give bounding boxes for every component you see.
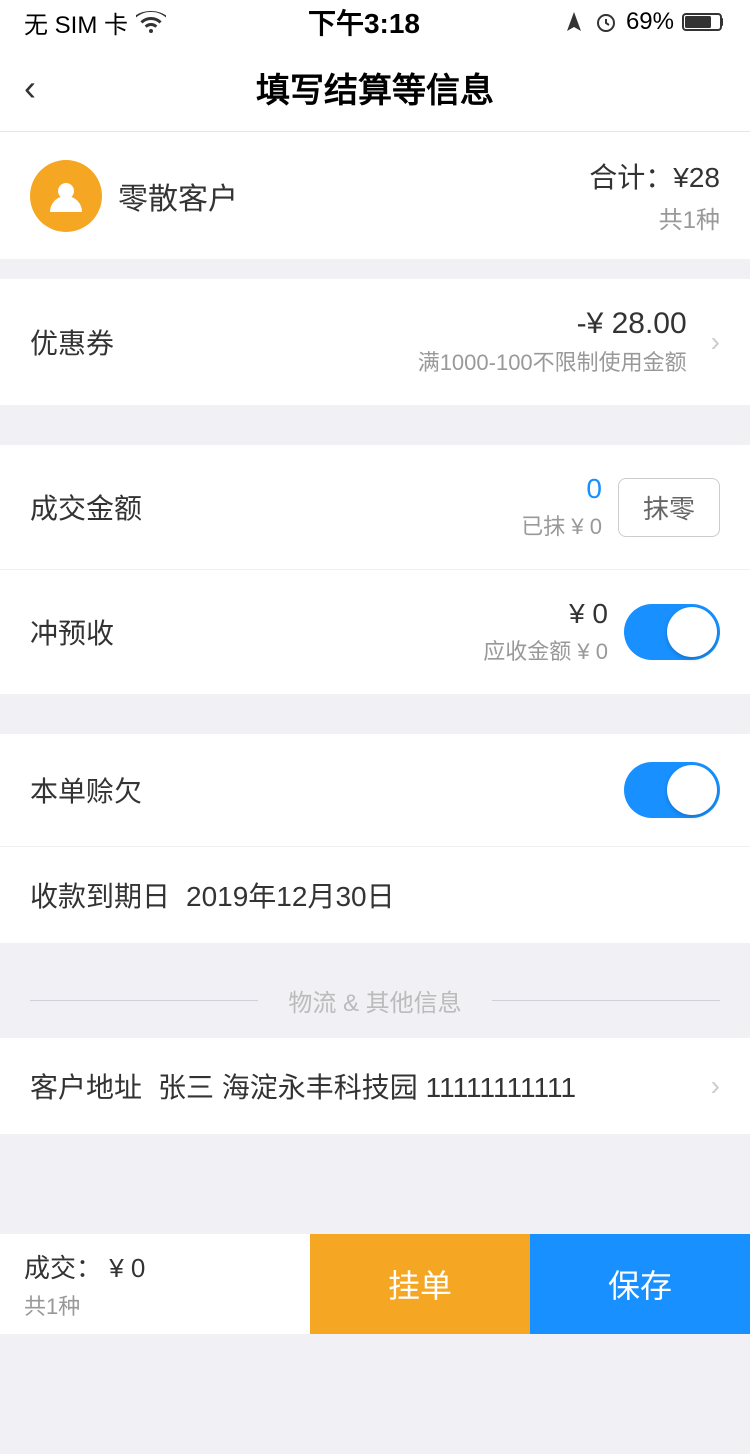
avatar xyxy=(30,160,102,232)
customer-info: 零散客户 xyxy=(30,160,238,232)
prepayment-sub: 应收金额 ¥ 0 xyxy=(483,634,608,666)
coupon-amount: -¥ 28.00 xyxy=(418,307,687,341)
separator-2 xyxy=(0,714,750,734)
status-bar: 无 SIM 卡 下午3:18 69% xyxy=(0,0,750,44)
prepayment-right: ¥ 0 应收金额 ¥ 0 xyxy=(483,598,720,666)
status-left: 无 SIM 卡 xyxy=(24,5,166,40)
due-date-label: 收款到期日 xyxy=(30,875,170,915)
coupon-value-col: -¥ 28.00 满1000-100不限制使用金额 xyxy=(418,307,687,377)
location-icon xyxy=(562,10,586,34)
toggle-knob xyxy=(667,607,717,657)
customer-total: 合计：¥28 共1种 xyxy=(589,156,720,235)
amount-section: 成交金额 0 已抹 ¥ 0 抹零 冲预收 ¥ 0 应收金额 ¥ 0 xyxy=(0,445,750,694)
debit-row: 本单赊欠 xyxy=(0,734,750,847)
deal-amount-row: 成交金额 0 已抹 ¥ 0 抹零 xyxy=(0,445,750,570)
customer-name: 零散客户 xyxy=(118,174,238,218)
footer-info: 成交： ¥ 0 共1种 xyxy=(0,1248,310,1321)
coupon-row[interactable]: 优惠券 -¥ 28.00 满1000-100不限制使用金额 › xyxy=(0,279,750,405)
address-value: 张三 海淀永丰科技园 11111111111 xyxy=(158,1066,687,1106)
back-button[interactable]: ‹ xyxy=(24,67,36,109)
coupon-right: -¥ 28.00 满1000-100不限制使用金额 › xyxy=(418,307,720,377)
suspend-button[interactable]: 挂单 xyxy=(310,1234,530,1334)
address-row[interactable]: 客户地址 张三 海淀永丰科技园 11111111111 › xyxy=(0,1038,750,1134)
coupon-sub: 满1000-100不限制使用金额 xyxy=(418,345,687,377)
footer-count: 共1种 xyxy=(24,1289,286,1321)
logistics-divider: 物流 & 其他信息 xyxy=(0,963,750,1038)
deal-amount-value: 0 xyxy=(521,473,602,505)
prepayment-row: 冲预收 ¥ 0 应收金额 ¥ 0 xyxy=(0,570,750,694)
prepayment-label: 冲预收 xyxy=(30,612,114,652)
footer: 成交： ¥ 0 共1种 挂单 保存 xyxy=(0,1234,750,1334)
coupon-label: 优惠券 xyxy=(30,322,114,362)
divider-line-right xyxy=(492,1000,720,1001)
time-label: 下午3:18 xyxy=(308,2,420,42)
debit-toggle-knob xyxy=(667,765,717,815)
address-label: 客户地址 xyxy=(30,1066,142,1106)
battery-icon xyxy=(682,11,726,33)
total-amount: 合计：¥28 xyxy=(589,156,720,196)
battery-label: 69% xyxy=(626,8,674,36)
prepayment-col: ¥ 0 应收金额 ¥ 0 xyxy=(483,598,608,666)
customer-card: 零散客户 合计：¥28 共1种 xyxy=(0,132,750,259)
separator-1 xyxy=(0,425,750,445)
alarm-icon xyxy=(594,10,618,34)
deal-amount-col: 0 已抹 ¥ 0 xyxy=(521,473,602,541)
coupon-chevron-icon: › xyxy=(711,326,720,358)
prepayment-value: ¥ 0 xyxy=(483,598,608,630)
round-zero-button[interactable]: 抹零 xyxy=(618,478,720,537)
deal-amount-sub: 已抹 ¥ 0 xyxy=(521,509,602,541)
deal-amount-right: 0 已抹 ¥ 0 抹零 xyxy=(521,473,720,541)
due-date-value: 2019年12月30日 xyxy=(186,875,395,915)
total-count: 共1种 xyxy=(589,200,720,235)
debit-toggle[interactable] xyxy=(624,762,720,818)
due-date-row: 收款到期日 2019年12月30日 xyxy=(0,847,750,943)
debit-right xyxy=(624,762,720,818)
page-title: 填写结算等信息 xyxy=(256,63,494,112)
address-section: 客户地址 张三 海淀永丰科技园 11111111111 › xyxy=(0,1038,750,1134)
deal-amount-label: 成交金额 xyxy=(30,487,142,527)
footer-deal-label: 成交： xyxy=(24,1253,102,1283)
footer-deal: 成交： ¥ 0 xyxy=(24,1248,286,1285)
status-right: 69% xyxy=(562,8,726,36)
wifi-icon xyxy=(136,11,166,33)
divider-line-left xyxy=(30,1000,258,1001)
debit-label: 本单赊欠 xyxy=(30,770,142,810)
save-button[interactable]: 保存 xyxy=(530,1234,750,1334)
nav-bar: ‹ 填写结算等信息 xyxy=(0,44,750,132)
coupon-section: 优惠券 -¥ 28.00 满1000-100不限制使用金额 › xyxy=(0,279,750,405)
logistics-label: 物流 & 其他信息 xyxy=(288,983,461,1018)
prepayment-toggle[interactable] xyxy=(624,604,720,660)
debit-section: 本单赊欠 收款到期日 2019年12月30日 xyxy=(0,734,750,943)
carrier-label: 无 SIM 卡 xyxy=(24,5,128,40)
address-chevron-icon: › xyxy=(711,1070,720,1102)
footer-deal-value: ¥ 0 xyxy=(109,1253,145,1283)
